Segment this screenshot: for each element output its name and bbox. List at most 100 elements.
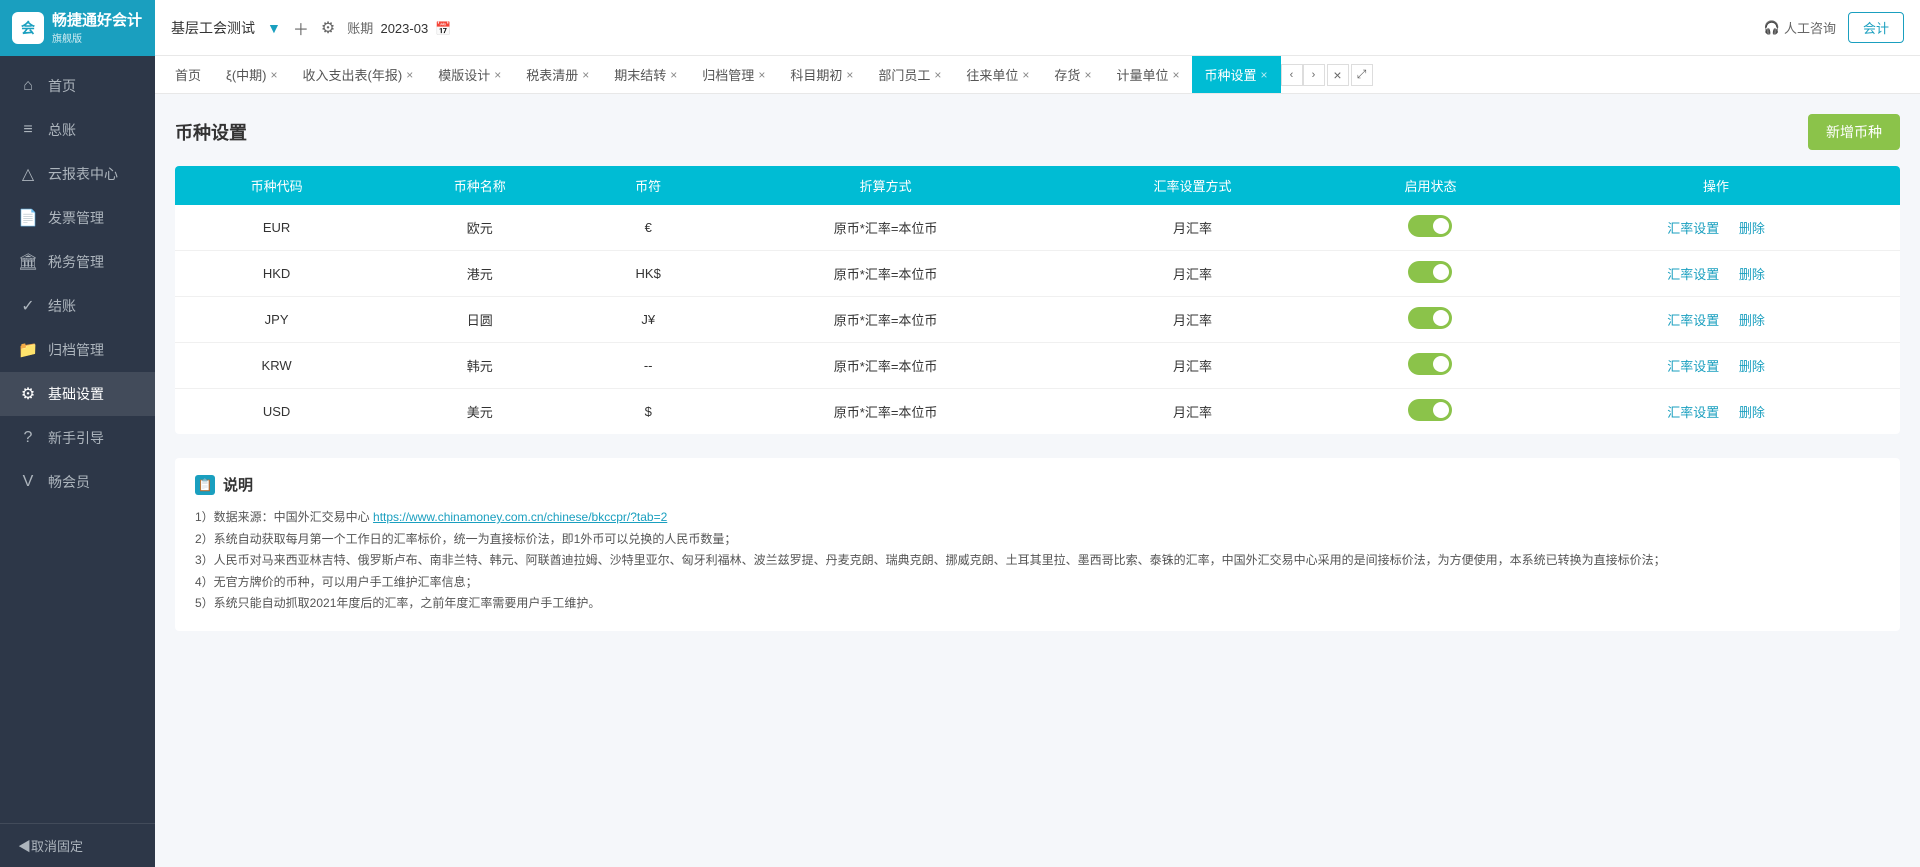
tab-expand-btn[interactable]: ⤢ <box>1351 64 1373 86</box>
tab-close-all-btn[interactable]: × <box>1327 64 1349 86</box>
delete-link-4[interactable]: 删除 <box>1739 405 1765 420</box>
tab-tax[interactable]: 税表清册 × <box>514 56 602 94</box>
sidebar-icon-invoice: 📄 <box>18 208 38 228</box>
tab-close-currency[interactable]: × <box>1261 68 1268 82</box>
tab-currency[interactable]: 币种设置 × <box>1192 56 1280 94</box>
tab-close-balance[interactable]: × <box>271 68 278 82</box>
period-value: 2023-03 <box>380 21 428 36</box>
tab-subject[interactable]: 科目期初 × <box>778 56 866 94</box>
cell-calc-3: 原币*汇率=本位币 <box>715 343 1056 389</box>
tab-clients[interactable]: 往来单位 × <box>954 56 1042 94</box>
col-header-calc: 折算方式 <box>715 166 1056 205</box>
tab-department[interactable]: 部门员工 × <box>866 56 954 94</box>
new-currency-button[interactable]: 新增币种 <box>1808 114 1900 150</box>
sidebar-item-settings[interactable]: ⚙基础设置 <box>0 372 155 416</box>
table-row: JPY 日圆 J¥ 原币*汇率=本位币 月汇率 汇率设置 删除 <box>175 297 1900 343</box>
logo-name: 畅捷通好会计 <box>52 12 142 30</box>
support-link[interactable]: 🎧 人工咨询 <box>1764 18 1836 37</box>
sidebar-icon-guide: ? <box>18 429 38 447</box>
toggle-0[interactable] <box>1408 215 1452 237</box>
cell-calc-4: 原币*汇率=本位币 <box>715 389 1056 435</box>
rate-settings-link-1[interactable]: 汇率设置 <box>1667 267 1719 282</box>
tab-next-btn[interactable]: › <box>1303 64 1325 86</box>
tab-income[interactable]: 收入支出表(年报) × <box>291 56 427 94</box>
tab-close-income[interactable]: × <box>406 68 413 82</box>
rate-settings-link-4[interactable]: 汇率设置 <box>1667 405 1719 420</box>
cell-status-2[interactable] <box>1329 297 1532 343</box>
calendar-icon[interactable]: 📅 <box>435 21 451 36</box>
tab-balance[interactable]: ξ(中期) × <box>214 56 291 94</box>
sidebar-nav: ⌂首页≡总账△云报表中心📄发票管理🏛税务管理✓结账📁归档管理⚙基础设置? 新手引导… <box>0 56 155 823</box>
tab-close-tax[interactable]: × <box>582 68 589 82</box>
sidebar-label-member: 畅会员 <box>48 472 90 492</box>
sidebar-label-guide: 新手引导 <box>48 428 104 448</box>
tab-close-unit[interactable]: × <box>1172 68 1179 82</box>
sidebar-item-ledger[interactable]: ≡总账 <box>0 108 155 152</box>
cell-status-3[interactable] <box>1329 343 1532 389</box>
sidebar-icon-member: V <box>18 473 38 491</box>
col-header-actions: 操作 <box>1532 166 1900 205</box>
tab-inventory[interactable]: 存货 × <box>1042 56 1104 94</box>
tab-close-department[interactable]: × <box>934 68 941 82</box>
sidebar-item-tax[interactable]: 🏛税务管理 <box>0 240 155 284</box>
cell-rate-type-2: 月汇率 <box>1056 297 1329 343</box>
tab-unit[interactable]: 计量单位 × <box>1104 56 1192 94</box>
table-row: HKD 港元 HK$ 原币*汇率=本位币 月汇率 汇率设置 删除 <box>175 251 1900 297</box>
sidebar-item-member[interactable]: V 畅会员 <box>0 460 155 504</box>
cell-code-4: USD <box>175 389 378 435</box>
page-header: 币种设置 新增币种 <box>175 114 1900 150</box>
cell-name-0: 欧元 <box>378 205 581 251</box>
cell-actions-4: 汇率设置 删除 <box>1532 389 1900 435</box>
company-name: 基层工会测试 <box>171 18 255 38</box>
rate-settings-link-3[interactable]: 汇率设置 <box>1667 359 1719 374</box>
delete-link-3[interactable]: 删除 <box>1739 359 1765 374</box>
cell-symbol-3: -- <box>581 343 715 389</box>
sidebar-item-guide[interactable]: ? 新手引导 <box>0 416 155 460</box>
sidebar-item-home[interactable]: ⌂首页 <box>0 64 155 108</box>
delete-link-0[interactable]: 删除 <box>1739 221 1765 236</box>
tab-close-subject[interactable]: × <box>846 68 853 82</box>
sidebar-item-reports[interactable]: △云报表中心 <box>0 152 155 196</box>
sidebar-item-archive[interactable]: 📁归档管理 <box>0 328 155 372</box>
cell-name-3: 韩元 <box>378 343 581 389</box>
sidebar-label-settings: 基础设置 <box>48 384 104 404</box>
tabs-bar: 首页 ξ(中期) × 收入支出表(年报) × 模版设计 × 税表清册 × 期末结… <box>155 56 1920 94</box>
delete-link-2[interactable]: 删除 <box>1739 313 1765 328</box>
tab-period[interactable]: 期末结转 × <box>602 56 690 94</box>
sidebar-item-invoice[interactable]: 📄发票管理 <box>0 196 155 240</box>
toggle-2[interactable] <box>1408 307 1452 329</box>
tab-prev-btn[interactable]: ‹ <box>1281 64 1303 86</box>
col-header-symbol: 币符 <box>581 166 715 205</box>
tab-archive[interactable]: 归档管理 × <box>690 56 778 94</box>
company-dropdown[interactable]: ▼ <box>267 20 281 36</box>
cell-status-1[interactable] <box>1329 251 1532 297</box>
cell-code-0: EUR <box>175 205 378 251</box>
col-header-status: 启用状态 <box>1329 166 1532 205</box>
tab-close-inventory[interactable]: × <box>1084 68 1091 82</box>
rate-settings-link-0[interactable]: 汇率设置 <box>1667 221 1719 236</box>
toggle-1[interactable] <box>1408 261 1452 283</box>
notes-link[interactable]: https://www.chinamoney.com.cn/chinese/bk… <box>373 510 667 524</box>
cell-code-3: KRW <box>175 343 378 389</box>
settings-icon[interactable]: ⚙ <box>321 18 335 38</box>
account-button[interactable]: 会计 <box>1848 12 1904 43</box>
tab-close-period[interactable]: × <box>670 68 677 82</box>
cell-status-4[interactable] <box>1329 389 1532 435</box>
tab-close-template[interactable]: × <box>494 68 501 82</box>
tab-template[interactable]: 模版设计 × <box>426 56 514 94</box>
sidebar-label-checkout: 结账 <box>48 296 76 316</box>
tab-close-clients[interactable]: × <box>1022 68 1029 82</box>
sidebar-item-checkout[interactable]: ✓结账 <box>0 284 155 328</box>
sidebar-label-archive: 归档管理 <box>48 340 104 360</box>
toggle-3[interactable] <box>1408 353 1452 375</box>
add-tab-button[interactable]: ＋ <box>293 16 309 40</box>
cell-status-0[interactable] <box>1329 205 1532 251</box>
sidebar-pin-toggle[interactable]: ◀取消固定 <box>0 823 155 867</box>
tab-home[interactable]: 首页 <box>163 56 214 94</box>
tab-close-archive[interactable]: × <box>758 68 765 82</box>
notes-section: 📋 说明 1）数据来源：中国外汇交易中心 https://www.chinamo… <box>175 458 1900 631</box>
delete-link-1[interactable]: 删除 <box>1739 267 1765 282</box>
rate-settings-link-2[interactable]: 汇率设置 <box>1667 313 1719 328</box>
currency-table: 币种代码 币种名称 币符 折算方式 汇率设置方式 启用状态 操作 EUR 欧元 … <box>175 166 1900 434</box>
toggle-4[interactable] <box>1408 399 1452 421</box>
